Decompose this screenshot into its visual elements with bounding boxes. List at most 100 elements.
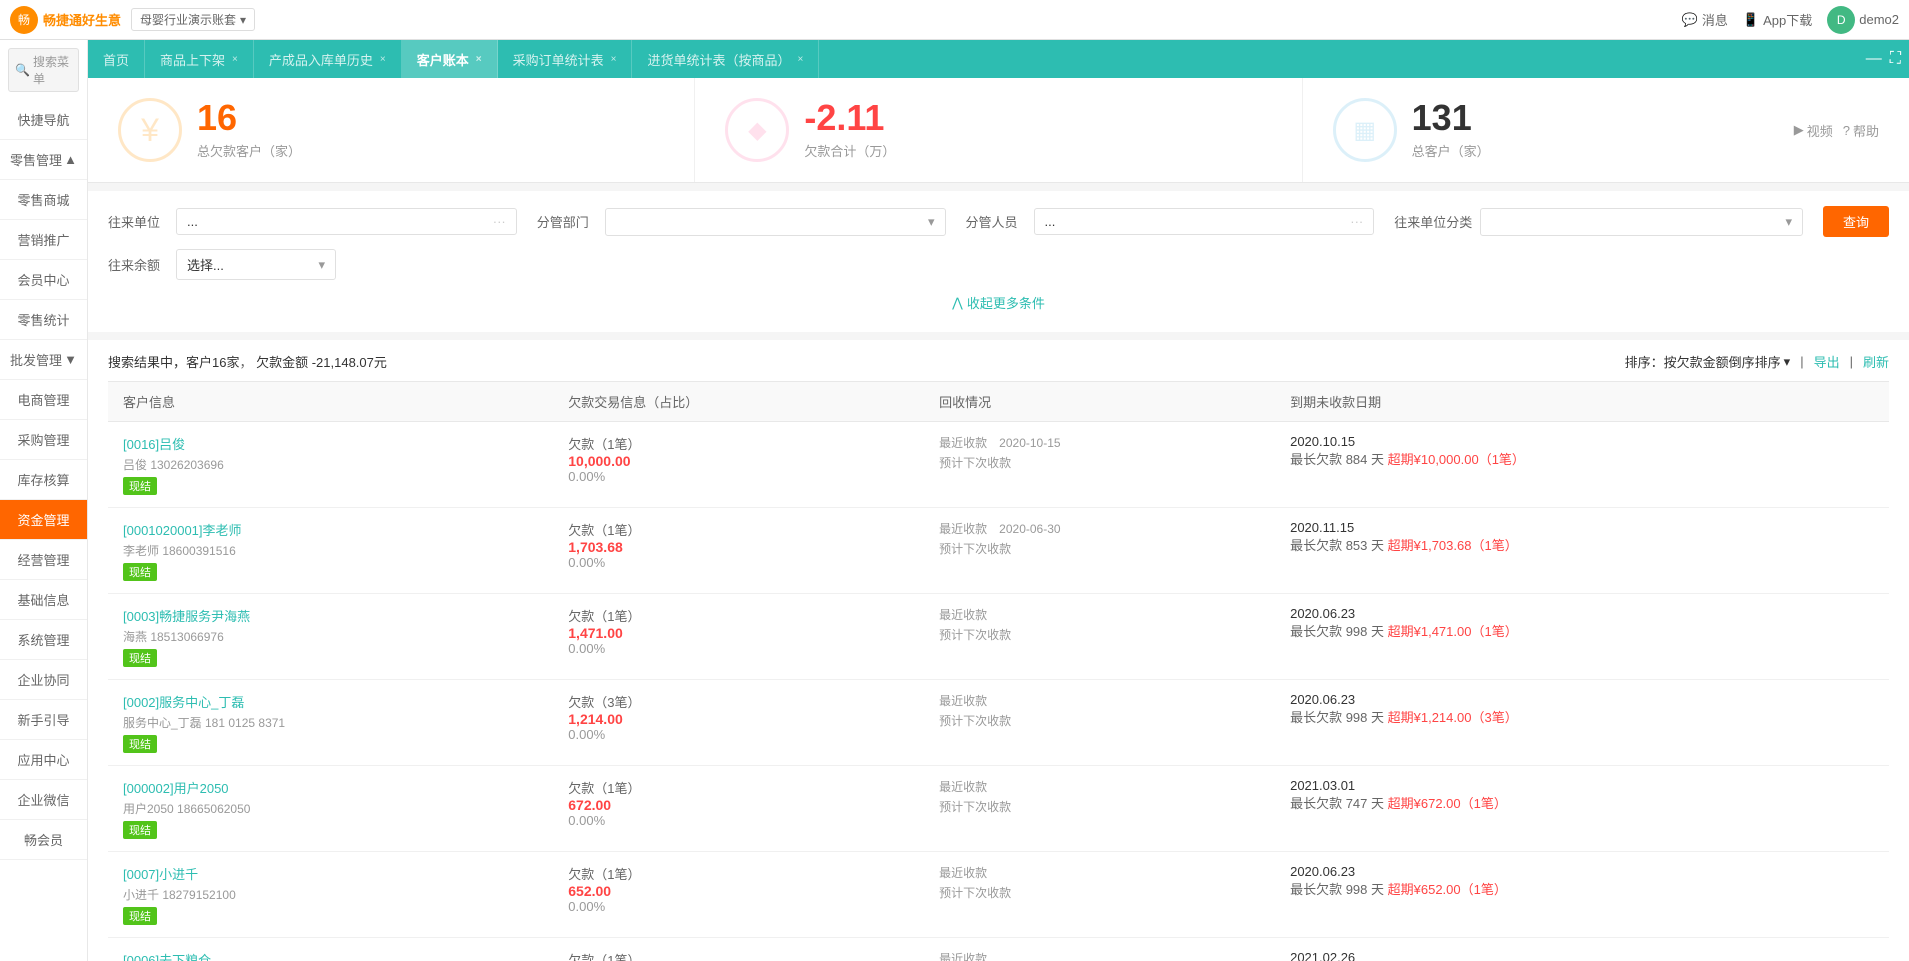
unit-category-select[interactable]: ▾ xyxy=(1480,208,1803,236)
cell-due-date: 2020.06.23 最长欠款 998 天 超期¥1,214.00（3笔） xyxy=(1275,680,1889,766)
tab-close-icon[interactable]: × xyxy=(797,54,803,65)
last-collect-label: 最近收款 xyxy=(939,692,1260,709)
summary-section: ¥ 16 总欠款客户（家） ◆ -2.11 欠款合计（万） xyxy=(88,78,1909,183)
overdue-amount-link[interactable]: 超期¥1,214.00（3笔） xyxy=(1388,710,1518,725)
sidebar-item-operations[interactable]: 经营管理 xyxy=(0,540,87,580)
table-row: [0006]去下粮仓 陈小希 现结 欠款（1笔） 455.90 0.00% 最近… xyxy=(108,938,1889,961)
summary-card-content: 16 总欠款客户（家） xyxy=(197,100,301,160)
sidebar-item-batch-mgmt[interactable]: 批发管理▼ xyxy=(0,340,87,380)
customer-contact: 李老师 18600391516 xyxy=(123,542,538,559)
debt-count: 欠款（1笔） xyxy=(568,606,909,625)
industry-selector[interactable]: 母婴行业演示账套 ▾ xyxy=(131,8,255,31)
help-icon: ? xyxy=(1843,123,1850,138)
overdue-days: 最长欠款 884 天 超期¥10,000.00（1笔） xyxy=(1290,449,1874,468)
sidebar-item-retail-stats[interactable]: 零售统计 xyxy=(0,300,87,340)
customer-name-link[interactable]: [000002]用户2050 xyxy=(123,778,538,797)
tab-close-icon[interactable]: × xyxy=(611,54,617,65)
app-download-button[interactable]: 📱 App下载 xyxy=(1743,10,1812,29)
col-collect-status: 回收情况 xyxy=(924,382,1275,422)
sidebar-item-quick-nav[interactable]: 快捷导航 xyxy=(0,100,87,140)
window-maximize-icon[interactable]: ⛶ xyxy=(1890,50,1901,68)
sidebar-item-purchase[interactable]: 采购管理 xyxy=(0,420,87,460)
tab-customer-account[interactable]: 客户账本 × xyxy=(402,40,498,78)
cell-customer-info: [0002]服务中心_丁磊 服务中心_丁磊 181 0125 8371 现结 xyxy=(108,680,553,766)
overdue-amount-link[interactable]: 超期¥1,471.00（1笔） xyxy=(1388,624,1518,639)
tab-home[interactable]: 首页 xyxy=(88,40,145,78)
sidebar-item-enterprise-wechat[interactable]: 企业微信 xyxy=(0,780,87,820)
due-date: 2021.02.26 xyxy=(1290,950,1874,961)
due-date: 2020.06.23 xyxy=(1290,692,1874,707)
debt-amount[interactable]: 652.00 xyxy=(568,883,909,899)
from-unit-input[interactable]: ... ··· xyxy=(176,208,517,235)
sidebar-item-new-guide[interactable]: 新手引导 xyxy=(0,700,87,740)
customer-tag: 现结 xyxy=(123,563,157,581)
video-link[interactable]: ▶ 视频 xyxy=(1794,121,1833,140)
sidebar-item-finance[interactable]: 资金管理 xyxy=(0,500,87,540)
sidebar-item-system[interactable]: 系统管理 xyxy=(0,620,87,660)
industry-label: 母婴行业演示账套 xyxy=(140,11,236,28)
top-bar: 畅 畅捷通好生意 母婴行业演示账套 ▾ 💬 消息 📱 App下载 D demo2 xyxy=(0,0,1909,40)
sidebar: 🔍 搜索菜单 快捷导航 零售管理▲ 零售商城 营销推广 会员中心 零售统计 批发… xyxy=(0,40,88,961)
search-button[interactable]: 查询 xyxy=(1823,206,1889,237)
cell-due-date: 2021.02.26 最长欠款 750 天 超期¥455.90（1笔） xyxy=(1275,938,1889,961)
cell-customer-info: [0007]小进千 小进千 18279152100 现结 xyxy=(108,852,553,938)
top-bar-right: 💬 消息 📱 App下载 D demo2 xyxy=(1682,6,1899,34)
sidebar-item-retail-mall[interactable]: 零售商城 xyxy=(0,180,87,220)
debt-amount[interactable]: 672.00 xyxy=(568,797,909,813)
tab-close-icon[interactable]: × xyxy=(380,54,386,65)
customer-name-link[interactable]: [0002]服务中心_丁磊 xyxy=(123,692,538,711)
window-minimize-icon[interactable]: — xyxy=(1866,50,1882,68)
user-profile[interactable]: D demo2 xyxy=(1827,6,1899,34)
tab-purchase-stats[interactable]: 进货单统计表（按商品） × xyxy=(632,40,819,78)
summary-card-content: 131 总客户（家） xyxy=(1412,100,1490,160)
overdue-amount-link[interactable]: 超期¥1,703.68（1笔） xyxy=(1388,538,1518,553)
customer-name-link[interactable]: [0003]畅捷服务尹海燕 xyxy=(123,606,538,625)
sidebar-item-app-center[interactable]: 应用中心 xyxy=(0,740,87,780)
debt-amount[interactable]: 10,000.00 xyxy=(568,453,909,469)
refresh-button[interactable]: 刷新 xyxy=(1863,352,1889,371)
tab-products-on-off[interactable]: 商品上下架 × xyxy=(145,40,254,78)
last-collect-label: 最近收款 2020-06-30 xyxy=(939,520,1260,537)
customer-tag: 现结 xyxy=(123,821,157,839)
sidebar-item-enterprise-collab[interactable]: 企业协同 xyxy=(0,660,87,700)
overdue-amount-link[interactable]: 超期¥652.00（1笔） xyxy=(1388,882,1507,897)
sidebar-item-inventory[interactable]: 库存核算 xyxy=(0,460,87,500)
tab-close-icon[interactable]: × xyxy=(476,54,482,65)
collapse-filters-button[interactable]: ⋀ 收起更多条件 xyxy=(947,288,1050,317)
debt-amount[interactable]: 1,214.00 xyxy=(568,711,909,727)
customer-name-link[interactable]: [0006]去下粮仓 xyxy=(123,950,538,961)
balance-select[interactable]: 选择... ▾ xyxy=(176,249,336,280)
customer-name-link[interactable]: [0001020001]李老师 xyxy=(123,520,538,539)
customer-name-link[interactable]: [0007]小进千 xyxy=(123,864,538,883)
summary-card-content: -2.11 欠款合计（万） xyxy=(804,100,895,160)
tab-close-icon[interactable]: × xyxy=(232,54,238,65)
due-date: 2020.10.15 xyxy=(1290,434,1874,449)
debt-amount[interactable]: 1,703.68 xyxy=(568,539,909,555)
customer-tag: 现结 xyxy=(123,907,157,925)
sidebar-item-member-center[interactable]: 会员中心 xyxy=(0,260,87,300)
sidebar-item-retail-mgmt[interactable]: 零售管理▲ xyxy=(0,140,87,180)
department-select[interactable]: ▾ xyxy=(605,208,946,236)
sidebar-item-member-plus[interactable]: 畅会员 xyxy=(0,820,87,860)
sidebar-item-marketing[interactable]: 营销推广 xyxy=(0,220,87,260)
debt-amount[interactable]: 1,471.00 xyxy=(568,625,909,641)
search-menu-input[interactable]: 🔍 搜索菜单 xyxy=(8,48,79,92)
debt-customers-value: 16 xyxy=(197,100,301,136)
sort-selector[interactable]: 排序：按欠款金额倒序排序 ▾ xyxy=(1625,352,1791,371)
last-collect-label: 最近收款 xyxy=(939,778,1260,795)
sidebar-item-basic-info[interactable]: 基础信息 xyxy=(0,580,87,620)
overdue-amount-link[interactable]: 超期¥10,000.00（1笔） xyxy=(1388,452,1525,467)
overdue-amount-link[interactable]: 超期¥672.00（1笔） xyxy=(1388,796,1507,811)
cell-due-date: 2020.11.15 最长欠款 853 天 超期¥1,703.68（1笔） xyxy=(1275,508,1889,594)
last-collect-label: 最近收款 xyxy=(939,864,1260,881)
manager-input[interactable]: ... ··· xyxy=(1034,208,1375,235)
tab-purchase-order-stats[interactable]: 采购订单统计表 × xyxy=(498,40,633,78)
help-link[interactable]: ? 帮助 xyxy=(1843,121,1879,140)
message-button[interactable]: 💬 消息 xyxy=(1682,10,1728,29)
export-button[interactable]: 导出 xyxy=(1814,352,1840,371)
due-date: 2021.03.01 xyxy=(1290,778,1874,793)
customer-name-link[interactable]: [0016]吕俊 xyxy=(123,434,538,453)
sidebar-item-ecommerce[interactable]: 电商管理 xyxy=(0,380,87,420)
summary-card-total-customers: ▦ 131 总客户（家） ▶ 视频 ? 帮助 xyxy=(1303,78,1909,182)
tab-production-history[interactable]: 产成品入库单历史 × xyxy=(254,40,402,78)
